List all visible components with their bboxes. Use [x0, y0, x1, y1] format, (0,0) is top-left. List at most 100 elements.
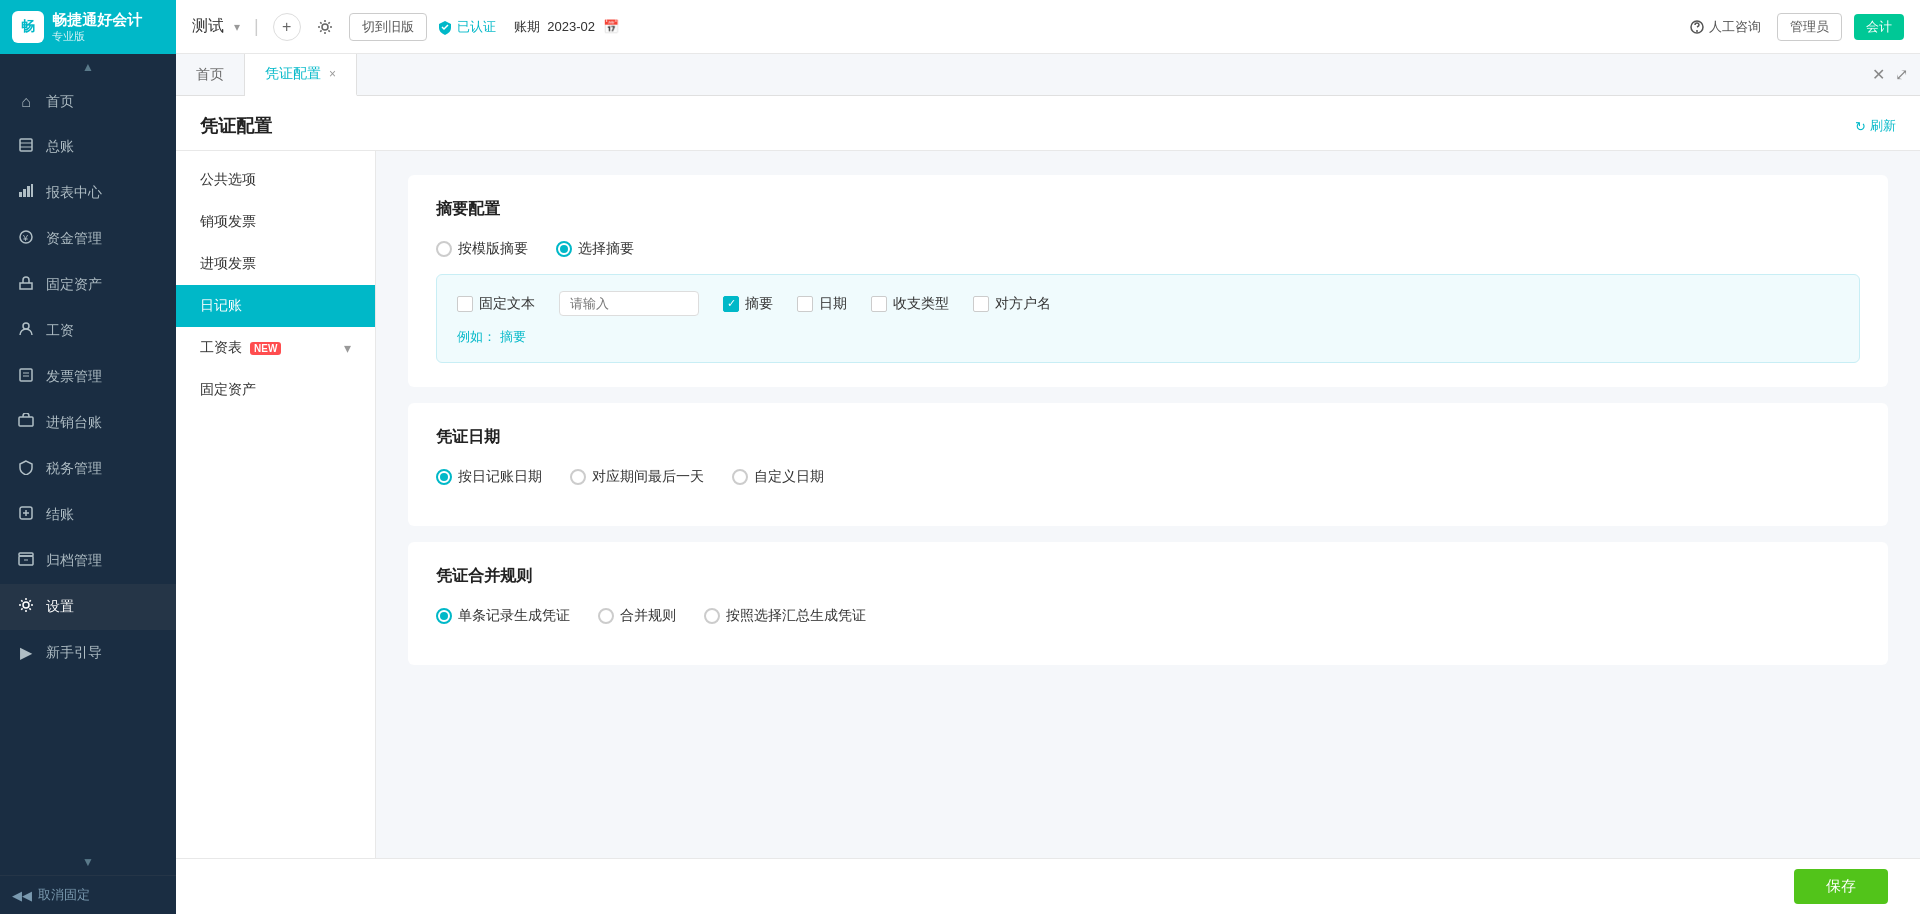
expand-button[interactable]: ⤢	[1895, 65, 1908, 84]
save-button[interactable]: 保存	[1794, 869, 1888, 904]
nav-fixed-assets-label: 固定资产	[200, 381, 256, 399]
checkbox-fixed-text[interactable]: 固定文本	[457, 295, 535, 313]
tax-icon	[16, 459, 36, 479]
sidebar-item-payroll[interactable]: 工资	[0, 308, 176, 354]
sidebar-scroll-up[interactable]: ▲	[82, 58, 94, 76]
logo-subtitle: 专业版	[52, 29, 142, 44]
sidebar-logo: 畅 畅捷通好会计 专业版	[0, 0, 176, 54]
nav-purchase-invoice-label: 进项发票	[200, 255, 256, 273]
sidebar-scroll-down[interactable]: ▼	[82, 853, 94, 871]
sidebar-item-reports[interactable]: 报表中心	[0, 170, 176, 216]
radio-merge-rule-label: 合并规则	[620, 607, 676, 625]
sidebar-item-label: 工资	[46, 322, 74, 340]
new-badge: NEW	[250, 342, 281, 355]
sidebar-item-archive[interactable]: 归档管理	[0, 538, 176, 584]
sidebar-item-label: 固定资产	[46, 276, 102, 294]
radio-custom-date[interactable]: 自定义日期	[732, 468, 824, 486]
radio-custom-date-circle	[732, 469, 748, 485]
date-section: 凭证日期 按日记账日期 对应期间最后一天 自定义日期	[408, 403, 1888, 526]
tabbar: 首页 凭证配置 × ✕ ⤢	[176, 54, 1920, 96]
radio-summary-generate-circle	[704, 608, 720, 624]
refresh-label: 刷新	[1870, 117, 1896, 135]
svg-point-10	[23, 323, 29, 329]
add-project-button[interactable]: +	[273, 13, 301, 41]
radio-summary-generate[interactable]: 按照选择汇总生成凭证	[704, 607, 866, 625]
sidebar-item-ledger[interactable]: 总账	[0, 124, 176, 170]
radio-template[interactable]: 按模版摘要	[436, 240, 528, 258]
old-version-button[interactable]: 切到旧版	[349, 13, 427, 41]
tab-close-icon[interactable]: ×	[329, 67, 336, 81]
nav-fixed-assets[interactable]: 固定资产	[176, 369, 375, 411]
left-nav: 公共选项 销项发票 进项发票 日记账 工资表 NEW ▾	[176, 151, 376, 858]
sidebar-item-close[interactable]: 结账	[0, 492, 176, 538]
checkbox-date[interactable]: 日期	[797, 295, 847, 313]
bottom-bar: 保存	[176, 858, 1920, 914]
settings-icon	[16, 597, 36, 617]
sidebar-item-home[interactable]: ⌂ 首页	[0, 80, 176, 124]
sidebar-nav: ⌂ 首页 总账 报表中心 ¥ 资金管理 固定资产	[0, 80, 176, 849]
summary-section: 摘要配置 按模版摘要 选择摘要	[408, 175, 1888, 387]
nav-public-label: 公共选项	[200, 171, 256, 189]
checkbox-payment-type[interactable]: 收支类型	[871, 295, 949, 313]
project-dropdown-icon[interactable]: ▾	[234, 20, 240, 34]
example-text: 例如： 摘要	[457, 328, 1839, 346]
sidebar-item-guide[interactable]: ▶ 新手引导	[0, 630, 176, 675]
radio-merge-rule[interactable]: 合并规则	[598, 607, 676, 625]
sidebar-item-settings[interactable]: 设置	[0, 584, 176, 630]
sales-icon	[16, 413, 36, 433]
capital-icon: ¥	[16, 229, 36, 249]
archive-icon	[16, 551, 36, 571]
period-label: 账期 2023-02 📅	[514, 18, 619, 36]
refresh-icon: ↻	[1855, 119, 1866, 134]
sidebar-cancel-fixed[interactable]: ◀◀ 取消固定	[0, 875, 176, 914]
tab-active-label: 凭证配置	[265, 65, 321, 83]
user-button[interactable]: 管理员	[1777, 13, 1842, 41]
nav-public[interactable]: 公共选项	[176, 159, 375, 201]
sidebar-item-label: 总账	[46, 138, 74, 156]
nav-sales-invoice[interactable]: 销项发票	[176, 201, 375, 243]
radio-select[interactable]: 选择摘要	[556, 240, 634, 258]
refresh-button[interactable]: ↻ 刷新	[1855, 117, 1896, 135]
sidebar-item-assets[interactable]: 固定资产	[0, 262, 176, 308]
radio-single[interactable]: 单条记录生成凭证	[436, 607, 570, 625]
calendar-icon[interactable]: 📅	[603, 19, 619, 34]
nav-journal[interactable]: 日记账	[176, 285, 375, 327]
radio-single-circle	[436, 608, 452, 624]
sidebar-item-tax[interactable]: 税务管理	[0, 446, 176, 492]
radio-period-last[interactable]: 对应期间最后一天	[570, 468, 704, 486]
svg-rect-5	[27, 186, 30, 197]
tab-voucher-config[interactable]: 凭证配置 ×	[245, 54, 357, 96]
svg-point-19	[23, 602, 29, 608]
tab-home[interactable]: 首页	[176, 54, 245, 96]
svg-rect-3	[19, 192, 22, 197]
summary-radio-group: 按模版摘要 选择摘要	[436, 240, 1860, 258]
date-radio-group: 按日记账日期 对应期间最后一天 自定义日期	[436, 468, 1860, 486]
reports-icon	[16, 183, 36, 203]
close-period-icon	[16, 505, 36, 525]
svg-rect-11	[20, 369, 32, 381]
logo-icon: 畅	[12, 11, 44, 43]
checkbox-counterpart[interactable]: 对方户名	[973, 295, 1051, 313]
sidebar-item-sales[interactable]: 进销台账	[0, 400, 176, 446]
checkbox-fixed-text-label: 固定文本	[479, 295, 535, 313]
radio-journal-date[interactable]: 按日记账日期	[436, 468, 542, 486]
content-wrapper: 凭证配置 ↻ 刷新 公共选项 销项发票 进项发票 日记账	[176, 96, 1920, 914]
invoice-icon	[16, 367, 36, 387]
close-tab-button[interactable]: ✕	[1872, 65, 1885, 84]
consult-label: 人工咨询	[1709, 18, 1761, 36]
nav-payroll-table[interactable]: 工资表 NEW ▾	[176, 327, 375, 369]
svg-rect-4	[23, 189, 26, 197]
cancel-fixed-label: 取消固定	[38, 886, 90, 904]
sidebar-item-label: 发票管理	[46, 368, 102, 386]
checkbox-summary[interactable]: 摘要	[723, 295, 773, 313]
consult-button[interactable]: 人工咨询	[1689, 18, 1761, 36]
nav-purchase-invoice[interactable]: 进项发票	[176, 243, 375, 285]
sidebar-item-invoice[interactable]: 发票管理	[0, 354, 176, 400]
fixed-text-input[interactable]	[559, 291, 699, 316]
radio-summary-generate-label: 按照选择汇总生成凭证	[726, 607, 866, 625]
settings-button[interactable]	[311, 13, 339, 41]
radio-select-label: 选择摘要	[578, 240, 634, 258]
radio-select-circle	[556, 241, 572, 257]
sidebar-item-capital[interactable]: ¥ 资金管理	[0, 216, 176, 262]
role-button[interactable]: 会计	[1854, 14, 1904, 40]
